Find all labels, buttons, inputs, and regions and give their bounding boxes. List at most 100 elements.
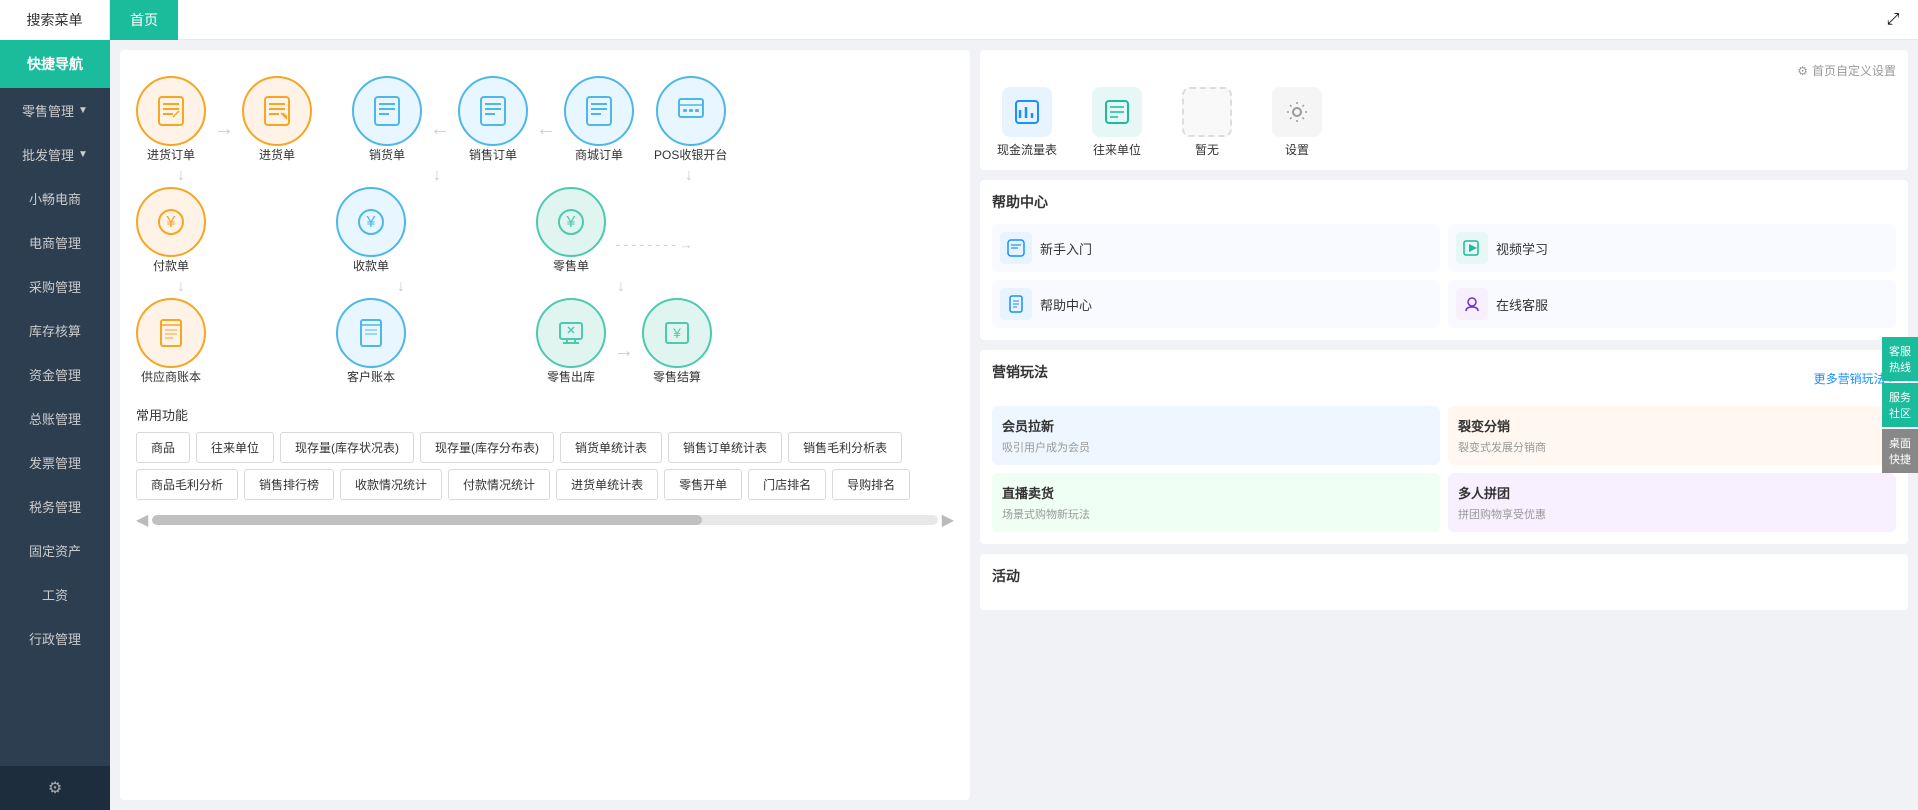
pos-icon[interactable] <box>656 76 726 146</box>
scrollbar-thumb <box>152 515 702 525</box>
retail-label: 零售单 <box>553 257 589 274</box>
chat-label: 在线客服 <box>1496 295 1548 314</box>
marketing-live[interactable]: 直播卖货 场景式购物新玩法 <box>992 473 1440 532</box>
cf-btn-store-rank[interactable]: 门店排名 <box>748 469 826 500</box>
cashflow-icon <box>1002 87 1052 137</box>
float-desktop[interactable]: 桌面快捷 <box>1882 429 1918 473</box>
sidebar-item-purchase[interactable]: 采购管理 <box>0 264 110 308</box>
cf-btn-goods-profit[interactable]: 商品毛利分析 <box>136 469 238 500</box>
flow-node-sales: 销货单 <box>352 76 422 163</box>
purchase-icon[interactable] <box>242 76 312 146</box>
qa-cashflow[interactable]: 现金流量表 <box>992 87 1062 158</box>
supplier-ledger-icon[interactable] <box>136 298 206 368</box>
payment-label: 付款单 <box>153 257 189 274</box>
home-tab[interactable]: 首页 <box>110 0 178 40</box>
help-item-beginner[interactable]: 新手入门 <box>992 224 1440 272</box>
float-customer-service[interactable]: 客服热线 <box>1882 337 1918 381</box>
cf-btn-purchase-stat[interactable]: 进货单统计表 <box>556 469 658 500</box>
mall-order-icon[interactable] <box>564 76 634 146</box>
cf-btn-receipt-stat[interactable]: 收款情况统计 <box>340 469 442 500</box>
sales-order-icon[interactable] <box>458 76 528 146</box>
live-title: 直播卖货 <box>1002 483 1430 502</box>
settings-icon <box>1272 87 1322 137</box>
cf-btn-stock1[interactable]: 现存量(库存状况表) <box>280 432 414 463</box>
sidebar-item-finance[interactable]: 资金管理 <box>0 352 110 396</box>
scroll-right-btn[interactable]: ▶ <box>942 510 954 530</box>
sidebar-item-tax[interactable]: 税务管理 <box>0 484 110 528</box>
flow-node-sales-order: 销售订单 <box>458 76 528 163</box>
marketing-group[interactable]: 多人拼团 拼团购物享受优惠 <box>1448 473 1896 532</box>
sales-icon[interactable] <box>352 76 422 146</box>
cf-btn-payment-stat[interactable]: 付款情况统计 <box>448 469 550 500</box>
video-icon <box>1456 232 1488 264</box>
help-doc-icon <box>1000 288 1032 320</box>
partners-icon <box>1092 87 1142 137</box>
purchase-label: 进货单 <box>259 146 295 163</box>
payment-icon[interactable]: ¥ <box>136 187 206 257</box>
retail-out-icon[interactable] <box>536 298 606 368</box>
sidebar-item-admin[interactable]: 行政管理 <box>0 616 110 660</box>
float-community[interactable]: 服务社区 <box>1882 383 1918 427</box>
flow-node-retail-out: 零售出库 <box>536 298 606 385</box>
sidebar-item-wholesale[interactable]: 批发管理 ▼ <box>0 132 110 176</box>
purchase-order-icon[interactable] <box>136 76 206 146</box>
marketing-title: 营销玩法 <box>992 362 1048 382</box>
beginner-label: 新手入门 <box>1040 239 1092 258</box>
main-layout: 快捷导航 零售管理 ▼ 批发管理 ▼ 小畅电商 电商管理 采购管理 库存核算 资… <box>0 40 1918 810</box>
qa-settings[interactable]: 设置 <box>1262 87 1332 158</box>
qa-partners[interactable]: 往来单位 <box>1082 87 1152 158</box>
settings-label: 设置 <box>1285 141 1309 158</box>
retail-settle-icon[interactable]: ¥ <box>642 298 712 368</box>
header-right: ⤢ <box>1878 5 1918 35</box>
sidebar-item-assets[interactable]: 固定资产 <box>0 528 110 572</box>
right-panel: ⚙ 首页自定义设置 现金流量表 <box>980 50 1908 800</box>
partners-label: 往来单位 <box>1093 141 1141 158</box>
marketing-panel: 营销玩法 更多营销玩法 > 会员拉新 吸引用户成为会员 裂变分销 裂变式发展分销… <box>980 350 1908 544</box>
video-label: 视频学习 <box>1496 239 1548 258</box>
cf-btn-profit-analysis[interactable]: 销售毛利分析表 <box>788 432 902 463</box>
sales-label: 销货单 <box>369 146 405 163</box>
sidebar-item-ecommerce-small[interactable]: 小畅电商 <box>0 176 110 220</box>
help-item-chat[interactable]: 在线客服 <box>1448 280 1896 328</box>
main-content: 进货订单 → 进货单 <box>110 40 1918 810</box>
cf-btn-guide-rank[interactable]: 导购排名 <box>832 469 910 500</box>
flow-node-payment: ¥ 付款单 <box>136 187 206 274</box>
flow-node-customer-ledger: 客户账本 <box>336 298 406 385</box>
svg-text:¥: ¥ <box>166 214 176 231</box>
fullscreen-button[interactable]: ⤢ <box>1878 5 1908 35</box>
common-func-grid: 商品 往来单位 现存量(库存状况表) 现存量(库存分布表) 销货单统计表 销售订… <box>136 432 954 500</box>
marketing-header: 营销玩法 更多营销玩法 > <box>992 362 1896 394</box>
cf-btn-retail-order[interactable]: 零售开单 <box>664 469 742 500</box>
sidebar-item-ledger[interactable]: 总账管理 <box>0 396 110 440</box>
sidebar-item-retail[interactable]: 零售管理 ▼ <box>0 88 110 132</box>
marketing-fission[interactable]: 裂变分销 裂变式发展分销商 <box>1448 406 1896 465</box>
help-item-video[interactable]: 视频学习 <box>1448 224 1896 272</box>
cf-btn-goods[interactable]: 商品 <box>136 432 190 463</box>
quick-nav-label: 快捷导航 <box>0 40 110 88</box>
sales-order-label: 销售订单 <box>469 146 517 163</box>
customer-ledger-icon[interactable] <box>336 298 406 368</box>
sidebar-item-salary[interactable]: 工资 <box>0 572 110 616</box>
sidebar-item-invoice[interactable]: 发票管理 <box>0 440 110 484</box>
cf-btn-sales-stat[interactable]: 销货单统计表 <box>560 432 662 463</box>
marketing-grid: 会员拉新 吸引用户成为会员 裂变分销 裂变式发展分销商 直播卖货 场景式购物新玩… <box>992 406 1896 532</box>
cf-btn-order-stat[interactable]: 销售订单统计表 <box>668 432 782 463</box>
home-settings-btn[interactable]: ⚙ 首页自定义设置 <box>1797 62 1896 79</box>
help-item-center[interactable]: 帮助中心 <box>992 280 1440 328</box>
sidebar-item-ecommerce[interactable]: 电商管理 <box>0 220 110 264</box>
scroll-left-btn[interactable]: ◀ <box>136 510 148 530</box>
search-menu-button[interactable]: 搜索菜单 <box>0 0 110 40</box>
gear-icon: ⚙ <box>1797 64 1808 78</box>
retail-icon[interactable]: ¥ <box>536 187 606 257</box>
help-center-panel: 帮助中心 新手入门 视频学习 <box>980 180 1908 340</box>
float-buttons: 客服热线 服务社区 桌面快捷 <box>1882 337 1918 473</box>
receipt-icon[interactable]: ¥ <box>336 187 406 257</box>
cf-btn-partners[interactable]: 往来单位 <box>196 432 274 463</box>
quick-access-panel: ⚙ 首页自定义设置 现金流量表 <box>980 50 1908 170</box>
cf-btn-sales-rank[interactable]: 销售排行榜 <box>244 469 334 500</box>
cf-btn-stock2[interactable]: 现存量(库存分布表) <box>420 432 554 463</box>
marketing-member[interactable]: 会员拉新 吸引用户成为会员 <box>992 406 1440 465</box>
flow-node-purchase: 进货单 <box>242 76 312 163</box>
sidebar-item-inventory[interactable]: 库存核算 <box>0 308 110 352</box>
sidebar-settings-button[interactable]: ⚙ <box>0 766 110 810</box>
